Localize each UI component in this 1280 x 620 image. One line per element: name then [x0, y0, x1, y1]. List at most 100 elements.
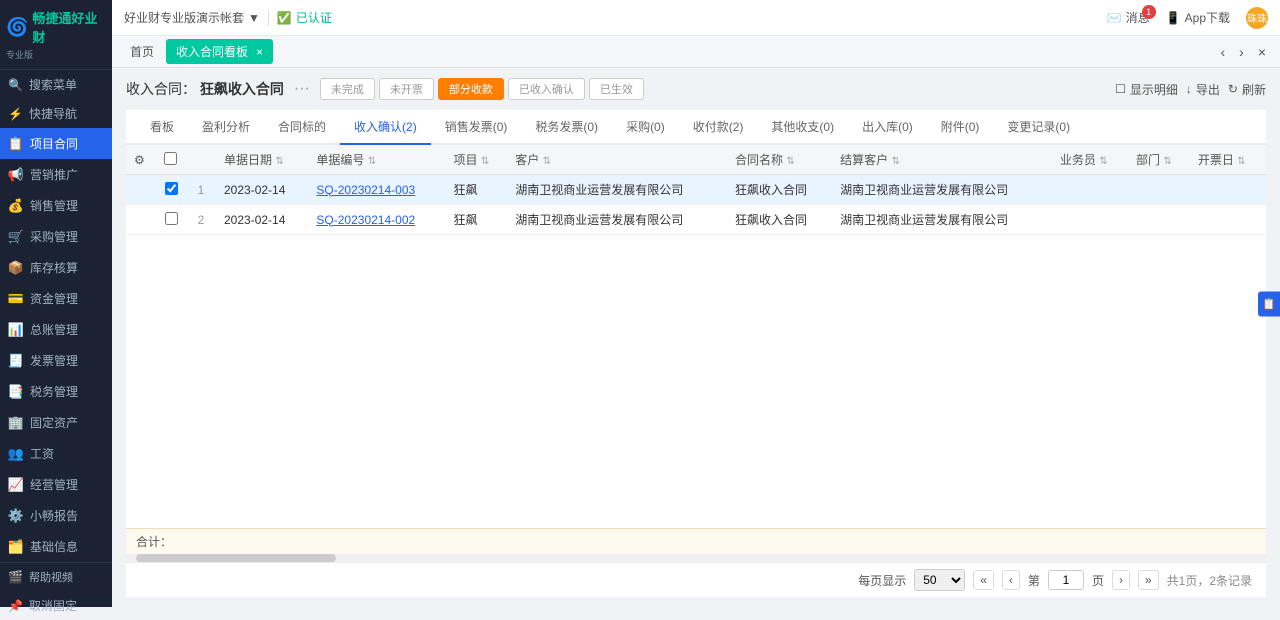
export-icon: ↓ — [1186, 82, 1192, 96]
col-header-gear: ⚙ — [126, 145, 156, 175]
subtab-other_income[interactable]: 其他收支(0) — [757, 110, 848, 145]
app-download-btn[interactable]: 📱 App下载 — [1166, 9, 1230, 26]
sort-icon-number[interactable]: ⇅ — [368, 156, 376, 167]
sort-icon-salesperson[interactable]: ⇅ — [1099, 156, 1107, 167]
sidebar-item-project[interactable]: 📋项目合同 — [0, 128, 112, 159]
subtab-sales_invoice[interactable]: 销售发票(0) — [431, 110, 522, 145]
sidebar-help[interactable]: 🎬 帮助视频 — [0, 563, 112, 591]
sidebar-item-basic[interactable]: 🗂️基础信息 — [0, 531, 112, 562]
sidebar-item-marketing[interactable]: 📢营销推广 — [0, 159, 112, 190]
subtab-profit[interactable]: 盈利分析 — [188, 110, 264, 145]
project-icon: 📋 — [8, 136, 24, 152]
refresh-icon: ↻ — [1228, 82, 1238, 96]
col-header-salesperson[interactable]: 业务员 ⇅ — [1052, 145, 1128, 175]
status-incomplete-btn[interactable]: 未完成 — [320, 78, 375, 100]
sidebar-item-fixed[interactable]: 🏢固定资产 — [0, 407, 112, 438]
row-salesperson — [1052, 175, 1128, 205]
subtab-purchase[interactable]: 采购(0) — [612, 110, 679, 145]
col-header-project[interactable]: 项目 ⇅ — [445, 145, 507, 175]
col-header-department[interactable]: 部门 ⇅ — [1128, 145, 1190, 175]
sidebar-item-sales[interactable]: 💰销售管理 — [0, 190, 112, 221]
app-logo-sub: 专业版 — [6, 48, 106, 61]
col-header-customer[interactable]: 客户 ⇅ — [507, 145, 727, 175]
home-tab[interactable]: 首页 — [122, 39, 162, 64]
sort-icon-department[interactable]: ⇅ — [1163, 156, 1171, 167]
sidebar-item-general[interactable]: 📊总账管理 — [0, 314, 112, 345]
subtab-warehouse[interactable]: 出入库(0) — [848, 110, 927, 145]
subtab-tax_invoice[interactable]: 税务发票(0) — [521, 110, 612, 145]
contract-more-btn[interactable]: ··· — [294, 80, 310, 98]
col-header-contract_name[interactable]: 合同名称 ⇅ — [727, 145, 832, 175]
table-wrapper: 看板盈利分析合同标的收入确认(2)销售发票(0)税务发票(0)采购(0)收付款(… — [126, 110, 1266, 562]
sort-icon-project[interactable]: ⇅ — [481, 156, 489, 167]
sidebar-item-mgmt[interactable]: 📈经营管理 — [0, 469, 112, 500]
sidebar-item-label: 营销推广 — [30, 166, 78, 183]
refresh-btn[interactable]: ↻ 刷新 — [1228, 81, 1266, 98]
scroll-thumb[interactable] — [136, 554, 336, 562]
sidebar-item-hr[interactable]: 👥工资 — [0, 438, 112, 469]
table-row[interactable]: 1 2023-02-14 SQ-20230214-003 狂飙 湖南卫视商业运营… — [126, 175, 1266, 205]
sidebar-item-tax[interactable]: 📑税务管理 — [0, 376, 112, 407]
company-selector[interactable]: 好业财专业版演示帐套 ▼ — [124, 9, 260, 26]
sort-icon-customer[interactable]: ⇅ — [543, 156, 551, 167]
message-btn[interactable]: ✉️ 1 消息 — [1107, 9, 1150, 26]
subtab-kanban[interactable]: 看板 — [136, 110, 188, 145]
row-checkbox[interactable] — [165, 212, 178, 225]
row-doc-number[interactable]: SQ-20230214-003 — [308, 175, 445, 205]
sidebar-item-capital[interactable]: 💳资金管理 — [0, 283, 112, 314]
horizontal-scrollbar[interactable] — [126, 554, 1266, 562]
user-avatar-area[interactable]: 珠珠 — [1246, 7, 1268, 29]
next-page-btn[interactable]: › — [1112, 570, 1130, 590]
first-page-btn[interactable]: « — [973, 570, 994, 590]
right-note-panel[interactable]: 📋 — [1258, 291, 1280, 316]
active-tab[interactable]: 收入合同看板 × — [166, 39, 273, 64]
subtab-contract_norm[interactable]: 合同标的 — [264, 110, 340, 145]
sort-icon-contract_name[interactable]: ⇅ — [786, 156, 794, 167]
subtab-payment[interactable]: 收付款(2) — [679, 110, 758, 145]
row-department — [1128, 205, 1190, 235]
subtab-change_log[interactable]: 变更记录(0) — [993, 110, 1084, 145]
select-all-checkbox[interactable] — [164, 152, 177, 165]
tab-next-btn[interactable]: › — [1235, 42, 1248, 62]
row-doc-number[interactable]: SQ-20230214-002 — [308, 205, 445, 235]
show-detail-btn[interactable]: ☐ 显示明细 — [1115, 81, 1178, 98]
page-suffix: 页 — [1092, 572, 1104, 589]
col-header-end_customer[interactable]: 结算客户 ⇅ — [832, 145, 1052, 175]
avatar: 珠珠 — [1246, 7, 1268, 29]
sort-icon-date[interactable]: ⇅ — [275, 156, 283, 167]
subtab-income_confirm[interactable]: 收入确认(2) — [340, 110, 431, 145]
sidebar-item-label: 经营管理 — [30, 476, 78, 493]
col-header-row_num[interactable] — [186, 145, 216, 175]
export-btn[interactable]: ↓ 导出 — [1186, 81, 1220, 98]
status-partial-btn[interactable]: 部分收款 — [438, 78, 504, 100]
gear-icon[interactable]: ⚙ — [134, 153, 145, 167]
status-effective-btn[interactable]: 已生效 — [589, 78, 644, 100]
current-page-input[interactable] — [1048, 570, 1084, 590]
subtab-attachment[interactable]: 附件(0) — [927, 110, 994, 145]
prev-page-btn[interactable]: ‹ — [1002, 570, 1020, 590]
content: 收入合同： 狂飙收入合同 ··· 未完成未开票部分收款已收入确认已生效 ☐ 显示… — [112, 68, 1280, 607]
per-page-select[interactable]: 2050100 — [914, 569, 965, 591]
col-header-invoice_date[interactable]: 开票日 ⇅ — [1190, 145, 1266, 175]
search-menu-label: 搜索菜单 — [29, 76, 77, 93]
sidebar-item-invoice[interactable]: 🧾发票管理 — [0, 345, 112, 376]
tab-prev-btn[interactable]: ‹ — [1216, 42, 1229, 62]
table-row[interactable]: 2 2023-02-14 SQ-20230214-002 狂飙 湖南卫视商业运营… — [126, 205, 1266, 235]
search-menu[interactable]: 🔍 搜索菜单 — [0, 70, 112, 99]
row-checkbox[interactable] — [165, 182, 178, 195]
quick-nav[interactable]: ⚡ 快捷导航 — [0, 99, 112, 128]
tab-close-all-btn[interactable]: × — [1254, 42, 1270, 62]
sidebar-item-inventory[interactable]: 📦库存核算 — [0, 252, 112, 283]
sort-icon-invoice_date[interactable]: ⇅ — [1237, 156, 1245, 167]
sidebar-item-purchase[interactable]: 🛒采购管理 — [0, 221, 112, 252]
col-header-date[interactable]: 单据日期 ⇅ — [216, 145, 308, 175]
status-uninvoiced-btn[interactable]: 未开票 — [379, 78, 434, 100]
sidebar-cancel-pin[interactable]: 📌 取消固定 — [0, 591, 112, 620]
sidebar-item-report[interactable]: ⚙️小畅报告 — [0, 500, 112, 531]
row-contract-name: 狂飙收入合同 — [727, 175, 832, 205]
last-page-btn[interactable]: » — [1138, 570, 1159, 590]
sort-icon-end_customer[interactable]: ⇅ — [891, 156, 899, 167]
tab-close-btn[interactable]: × — [256, 45, 263, 59]
status-confirmed-btn[interactable]: 已收入确认 — [508, 78, 585, 100]
col-header-number[interactable]: 单据编号 ⇅ — [308, 145, 445, 175]
